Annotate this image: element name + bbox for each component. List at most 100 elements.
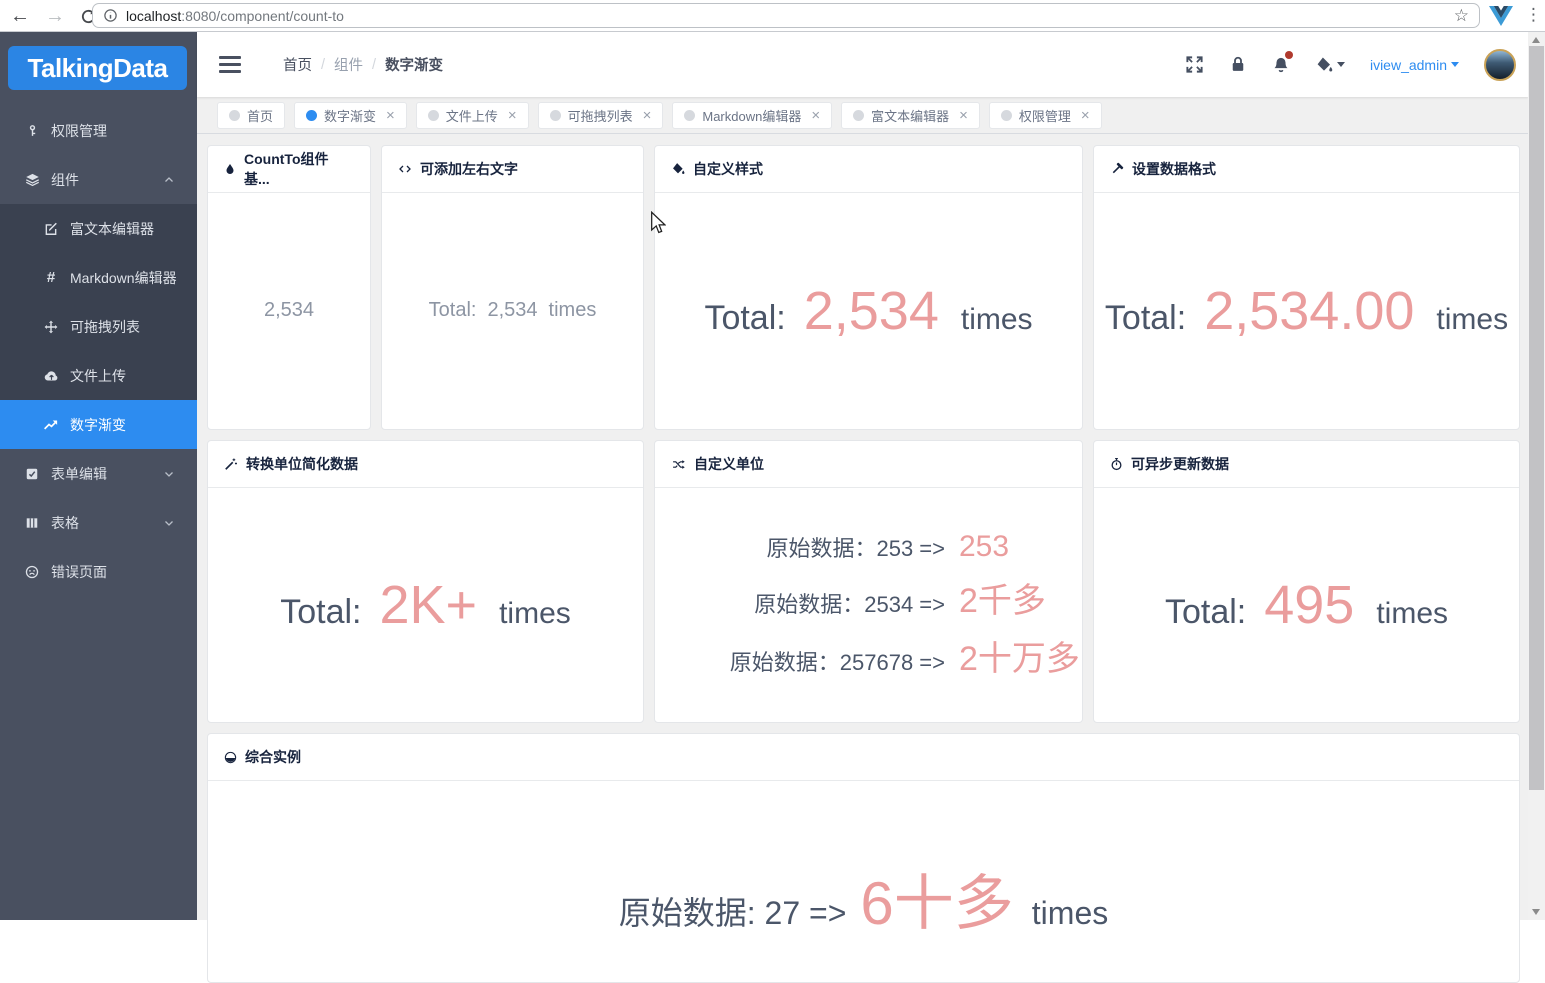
count-value: 2,534	[263, 299, 315, 321]
unit-row: 原始数据：257678 => 2十万多	[655, 631, 1082, 680]
close-icon[interactable]: ×	[508, 108, 517, 123]
count-value: 2,534	[803, 280, 939, 341]
sidebar-item-components[interactable]: 组件	[0, 155, 197, 204]
opened-tabs-bar: 首页 数字渐变 × 文件上传 × 可拖拽列表 × Markdown编辑器 × 富…	[197, 97, 1528, 134]
browser-menu-icon[interactable]: ⋮	[1525, 5, 1542, 25]
bookmark-star-icon[interactable]: ☆	[1454, 6, 1469, 26]
tab-draggable-list[interactable]: 可拖拽列表 ×	[537, 101, 664, 129]
tab-upload[interactable]: 文件上传 ×	[415, 101, 529, 129]
close-icon[interactable]: ×	[811, 108, 820, 123]
tab-richtext[interactable]: 富文本编辑器 ×	[841, 101, 980, 129]
page-scrollbar[interactable]	[1528, 32, 1545, 920]
sidebar-item-upload[interactable]: 文件上传	[0, 351, 197, 400]
forward-arrow-icon[interactable]: →	[45, 6, 65, 26]
card-left-right-text: 可添加左右文字 Total: 2,534 times	[381, 145, 644, 430]
lock-icon[interactable]	[1229, 55, 1247, 74]
vue-devtools-icon[interactable]	[1489, 6, 1513, 26]
theme-bucket-icon[interactable]	[1315, 56, 1345, 74]
tab-label: 数字渐变	[324, 108, 377, 124]
browser-chrome: ← → localhost:8080/component/count-to ☆ …	[0, 0, 1545, 32]
close-icon[interactable]: ×	[643, 108, 652, 123]
card-title: 综合实例	[245, 749, 301, 765]
count-prefix: Total:	[1104, 298, 1187, 337]
tab-markdown[interactable]: Markdown编辑器 ×	[672, 101, 833, 129]
scroll-down-arrow-icon[interactable]	[1532, 909, 1540, 915]
sidebar-item-permission[interactable]: 权限管理	[0, 106, 197, 155]
card-title: 转换单位简化数据	[246, 456, 358, 472]
sidebar-item-draggable-list[interactable]: 可拖拽列表	[0, 302, 197, 351]
breadcrumb: 首页 / 组件 / 数字渐变	[283, 32, 443, 97]
count-value: 495	[1264, 574, 1355, 635]
card-title: 自定义单位	[694, 456, 764, 472]
tab-label: 可拖拽列表	[567, 108, 633, 124]
unit-row: 原始数据：2534 => 2千多	[655, 573, 1082, 622]
shuffle-icon	[671, 458, 686, 471]
hamburger-menu-icon[interactable]	[219, 56, 241, 77]
tab-dot	[1000, 109, 1012, 121]
tab-home[interactable]: 首页	[217, 101, 286, 129]
notification-badge	[1284, 50, 1293, 59]
count-suffix: times	[548, 299, 597, 321]
layers-icon	[24, 172, 40, 187]
close-icon[interactable]: ×	[386, 108, 395, 123]
sidebar-item-markdown[interactable]: # Markdown编辑器	[0, 253, 197, 302]
sidebar-item-count-to[interactable]: 数字渐变	[0, 400, 197, 449]
move-icon	[43, 320, 59, 334]
unit-row-value: 2十万多	[959, 639, 1080, 678]
sidebar-item-error-pages[interactable]: 错误页面	[0, 547, 197, 596]
avatar[interactable]	[1484, 48, 1516, 81]
sidebar-item-label: 数字渐变	[70, 416, 126, 433]
tab-dot	[549, 109, 561, 121]
breadcrumb-separator: /	[321, 56, 326, 73]
code-icon	[398, 163, 412, 175]
count-value: 2,534.00	[1204, 280, 1415, 341]
paint-bucket-icon	[671, 162, 685, 176]
tab-label: 权限管理	[1018, 108, 1071, 124]
card-simplify-unit: 转换单位简化数据 Total: 2K+ times	[207, 440, 644, 723]
count-prefix: Total:	[428, 299, 477, 321]
sidebar-item-label: 表格	[51, 514, 79, 531]
breadcrumb-components[interactable]: 组件	[334, 54, 363, 75]
sidebar: TalkingData 权限管理 组件 富文本编辑器 # Markdown编辑器…	[0, 32, 197, 920]
count-prefix: Total:	[280, 592, 362, 631]
card-title: 可添加左右文字	[420, 161, 518, 177]
close-icon[interactable]: ×	[1081, 108, 1090, 123]
breadcrumb-current: 数字渐变	[385, 58, 444, 74]
submenu-components: 富文本编辑器 # Markdown编辑器 可拖拽列表 文件上传 数字渐变	[0, 204, 197, 449]
url-host: localhost	[126, 7, 182, 24]
user-menu[interactable]: iview_admin	[1370, 57, 1459, 73]
card-combined-example: 综合实例 原始数据: 27 => 6十多 times	[207, 733, 1520, 983]
fullscreen-icon[interactable]	[1185, 55, 1204, 74]
count-value: 6十多	[860, 869, 1014, 937]
card-custom-unit: 自定义单位 原始数据：253 => 253 原始数据：2534 => 2千多 原…	[654, 440, 1083, 723]
sidebar-item-table[interactable]: 表格	[0, 498, 197, 547]
tab-label: 文件上传	[445, 108, 498, 124]
sidebar-item-form-edit[interactable]: 表单编辑	[0, 449, 197, 498]
count-prefix: Total:	[1164, 592, 1247, 631]
card-data-format: 设置数据格式 Total: 2,534.00 times	[1093, 145, 1520, 430]
unit-row-label: 原始数据：257678 =>	[729, 649, 945, 675]
close-icon[interactable]: ×	[959, 108, 968, 123]
breadcrumb-home[interactable]: 首页	[283, 54, 312, 75]
back-arrow-icon[interactable]: ←	[10, 6, 30, 26]
card-title: 自定义样式	[693, 161, 763, 177]
username: iview_admin	[1369, 56, 1447, 73]
sidebar-item-label: 可拖拽列表	[70, 318, 140, 335]
count-suffix: times	[960, 302, 1033, 336]
chevron-down-icon	[163, 468, 175, 480]
chevron-down-icon	[163, 517, 175, 529]
sidebar-item-richtext[interactable]: 富文本编辑器	[0, 204, 197, 253]
scroll-up-arrow-icon[interactable]	[1532, 37, 1540, 43]
tab-count-to[interactable]: 数字渐变 ×	[294, 101, 407, 129]
tab-dot-active	[306, 109, 318, 121]
bell-icon[interactable]	[1272, 50, 1293, 75]
page-info-icon[interactable]	[103, 8, 118, 23]
unit-row-value: 2千多	[959, 581, 1046, 620]
unit-row: 原始数据：253 => 253	[655, 530, 1082, 564]
sidebar-item-label: 权限管理	[51, 122, 107, 139]
card-title: 设置数据格式	[1132, 161, 1216, 177]
url-bar[interactable]: localhost:8080/component/count-to ☆	[92, 3, 1480, 28]
tab-permission[interactable]: 权限管理 ×	[988, 101, 1102, 129]
unit-row-label: 原始数据：2534 =>	[754, 591, 945, 617]
scrollbar-thumb[interactable]	[1529, 46, 1544, 790]
